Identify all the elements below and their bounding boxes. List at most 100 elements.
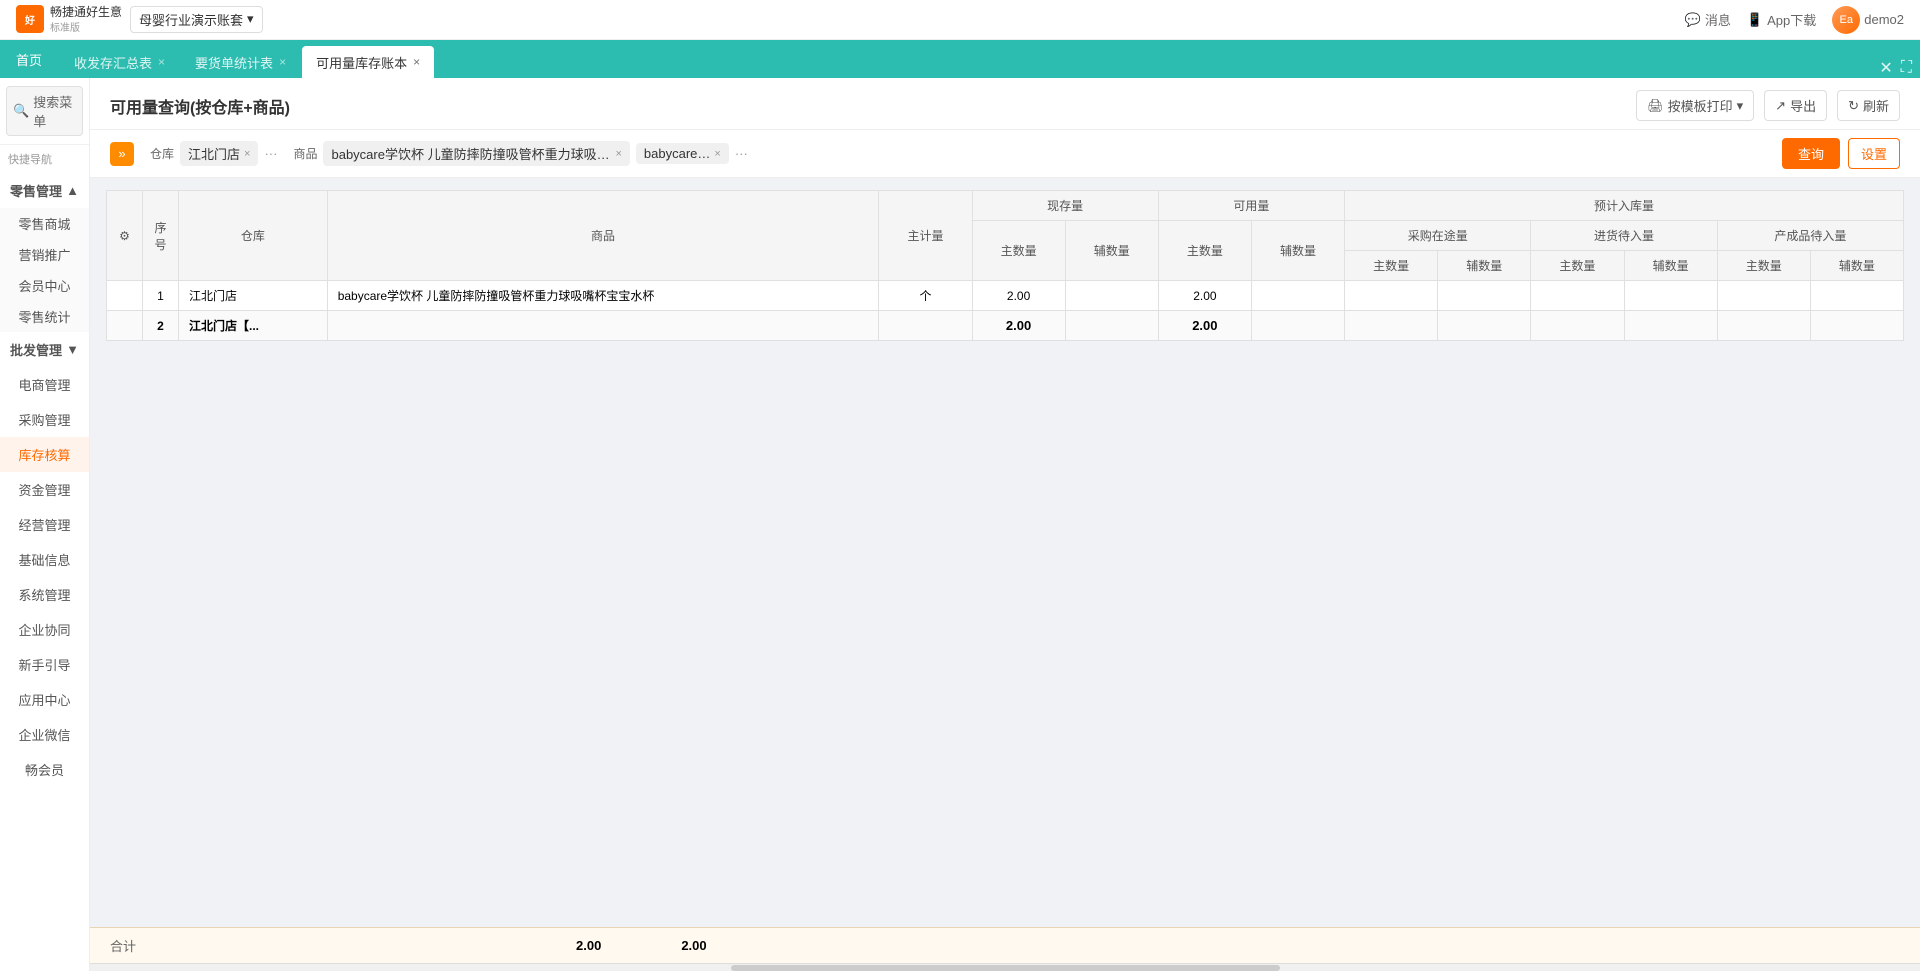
goods-filter-group: 商品 babycare学饮杯 儿童防摔防撞吸管杯重力球吸嘴杯宝宝水杯 × bab… (293, 141, 747, 166)
cell-unit (879, 311, 972, 341)
sidebar-item-label: 电商管理 (18, 375, 70, 394)
cell-warehouse: 江北门店 (179, 281, 328, 311)
tab-yaohuo[interactable]: 要货单统计表 × (181, 46, 300, 78)
sidebar-item-newbie[interactable]: 新手引导 (0, 647, 89, 682)
account-selector-text: 母婴行业演示账套 (139, 10, 243, 29)
remove-goods-2-icon[interactable]: × (714, 148, 720, 160)
query-button[interactable]: 查询 (1782, 138, 1840, 169)
sidebar-item-system[interactable]: 系统管理 (0, 577, 89, 612)
logo-icon: 好 (16, 5, 44, 33)
top-bar-right: 💬 消息 📱 App下载 Ea demo2 (1685, 6, 1904, 34)
sidebar-item-inventory[interactable]: 库存核算 (0, 437, 89, 472)
user-area[interactable]: Ea demo2 (1832, 6, 1904, 34)
tab-close-icon[interactable]: × (279, 55, 286, 69)
logo-text: 畅捷通好生意 标准版 (50, 5, 122, 34)
tab-label: 可用量库存账本 (316, 53, 407, 72)
tab-close-icon[interactable]: × (413, 55, 420, 69)
goods-tag-2[interactable]: babycare… × (636, 143, 729, 164)
sidebar-item-finance[interactable]: 资金管理 (0, 472, 89, 507)
remove-goods-1-icon[interactable]: × (615, 148, 621, 160)
sidebar-item-label: 企业协同 (18, 620, 70, 639)
sidebar-item-label: 零售管理 (10, 181, 62, 200)
sidebar-item-retail-stat[interactable]: 零售统计 (0, 301, 89, 332)
col-settings-header[interactable]: ⚙ (107, 191, 143, 281)
cell-avail-main: 2.00 (1158, 311, 1251, 341)
sidebar-item-wechat[interactable]: 企业微信 (0, 717, 89, 752)
cell-product-main (1717, 311, 1810, 341)
sidebar-item-label: 库存核算 (18, 445, 70, 464)
sidebar-item-ecommerce[interactable]: 电商管理 (0, 367, 89, 402)
tab-home[interactable]: 首页 (0, 40, 58, 78)
scrollbar-area[interactable] (90, 963, 1920, 971)
message-label: 消息 (1705, 10, 1731, 29)
print-btn[interactable]: 🖨 按模板打印 ▾ (1636, 90, 1754, 121)
remove-warehouse-icon[interactable]: × (244, 148, 250, 160)
sidebar-item-label: 应用中心 (18, 690, 70, 709)
tab-keyong[interactable]: 可用量库存账本 × (302, 46, 434, 78)
sidebar-item-label: 零售商城 (18, 214, 70, 233)
sidebar-item-member2[interactable]: 畅会员 (0, 752, 89, 787)
sidebar-item-label: 批发管理 (10, 340, 62, 359)
username-label: demo2 (1864, 12, 1904, 27)
message-btn[interactable]: 💬 消息 (1685, 10, 1731, 29)
goods-tag-1[interactable]: babycare学饮杯 儿童防摔防撞吸管杯重力球吸嘴杯宝宝水杯 × (323, 141, 629, 166)
col-stock-group-header: 现存量 (972, 191, 1158, 221)
sidebar-item-label: 资金管理 (18, 480, 70, 499)
total-label: 合计 (110, 936, 136, 955)
sidebar-item-basic[interactable]: 基础信息 (0, 542, 89, 577)
main-layout: 🔍 搜索菜单 快捷导航 零售管理 ▲ 零售商城 营销推广 会员中心 零售统计 批… (0, 78, 1920, 971)
sidebar-item-appcenter[interactable]: 应用中心 (0, 682, 89, 717)
expand-filter-btn[interactable]: » (110, 142, 134, 166)
cell-inbound-aux (1624, 281, 1717, 311)
refresh-btn[interactable]: ↻ 刷新 (1837, 90, 1900, 121)
col-avail-main-header: 主数量 (1158, 221, 1251, 281)
col-stock-aux-header: 辅数量 (1065, 221, 1158, 281)
expand-icon: » (118, 146, 125, 161)
warehouse-tag[interactable]: 江北门店 × (180, 141, 258, 166)
cell-num: 1 (143, 281, 179, 311)
refresh-icon: ↻ (1848, 98, 1859, 114)
search-menu-btn[interactable]: 🔍 搜索菜单 (6, 86, 83, 136)
sidebar-item-purchase[interactable]: 采购管理 (0, 402, 89, 437)
goods-tag-2-text: babycare… (644, 146, 710, 161)
top-bar: 好 畅捷通好生意 标准版 母婴行业演示账套 ▾ 💬 消息 📱 App下载 Ea … (0, 0, 1920, 40)
col-inbound-aux-header: 辅数量 (1624, 251, 1717, 281)
cell-inbound-main (1531, 281, 1624, 311)
app-download-btn[interactable]: 📱 App下载 (1747, 10, 1816, 29)
sidebar-item-operation[interactable]: 经营管理 (0, 507, 89, 542)
sidebar-item-marketing[interactable]: 营销推广 (0, 239, 89, 270)
table-row: 2 江北门店【... 2.00 2.00 (107, 311, 1904, 341)
sidebar-item-member[interactable]: 会员中心 (0, 270, 89, 301)
sidebar-item-wholesale[interactable]: 批发管理 ▼ (0, 332, 89, 367)
sidebar-item-label: 营销推广 (18, 245, 70, 264)
col-purchase-aux-header: 辅数量 (1438, 251, 1531, 281)
tab-label: 收发存汇总表 (74, 53, 152, 72)
setting-button[interactable]: 设置 (1848, 138, 1900, 169)
sidebar-item-label: 企业微信 (18, 725, 70, 744)
sidebar-search-area: 🔍 搜索菜单 (0, 78, 89, 145)
sidebar-item-collab[interactable]: 企业协同 (0, 612, 89, 647)
sidebar-nav-label: 快捷导航 (0, 145, 89, 173)
page-title: 可用量查询(按仓库+商品) (110, 94, 290, 118)
cell-inbound-main (1531, 311, 1624, 341)
close-window-icon[interactable]: ✕ (1879, 58, 1892, 78)
top-bar-left: 好 畅捷通好生意 标准版 母婴行业演示账套 ▾ (16, 5, 263, 34)
sidebar-item-retail-mall[interactable]: 零售商城 (0, 208, 89, 239)
content-area: 可用量查询(按仓库+商品) 🖨 按模板打印 ▾ ↗ 导出 ↻ 刷新 (90, 78, 1920, 971)
warehouse-filter-group: 仓库 江北门店 × ··· (150, 141, 277, 166)
col-unit-header: 主计量 (879, 191, 972, 281)
export-btn[interactable]: ↗ 导出 (1764, 90, 1827, 121)
tab-shoufacun[interactable]: 收发存汇总表 × (60, 46, 179, 78)
sidebar-item-label: 新手引导 (18, 655, 70, 674)
tab-close-icon[interactable]: × (158, 55, 165, 69)
sidebar-item-retail[interactable]: 零售管理 ▲ (0, 173, 89, 208)
cell-goods (327, 311, 879, 341)
expand-icon[interactable]: ⛶ (1901, 59, 1912, 77)
phone-icon: 📱 (1747, 12, 1763, 28)
logo-area: 好 畅捷通好生意 标准版 (16, 5, 122, 34)
col-num-header: 序号 (143, 191, 179, 281)
cell-inbound-aux (1624, 311, 1717, 341)
more-warehouse-icon[interactable]: ··· (264, 146, 277, 161)
more-goods-icon[interactable]: ··· (735, 146, 748, 161)
account-selector[interactable]: 母婴行业演示账套 ▾ (130, 6, 263, 33)
